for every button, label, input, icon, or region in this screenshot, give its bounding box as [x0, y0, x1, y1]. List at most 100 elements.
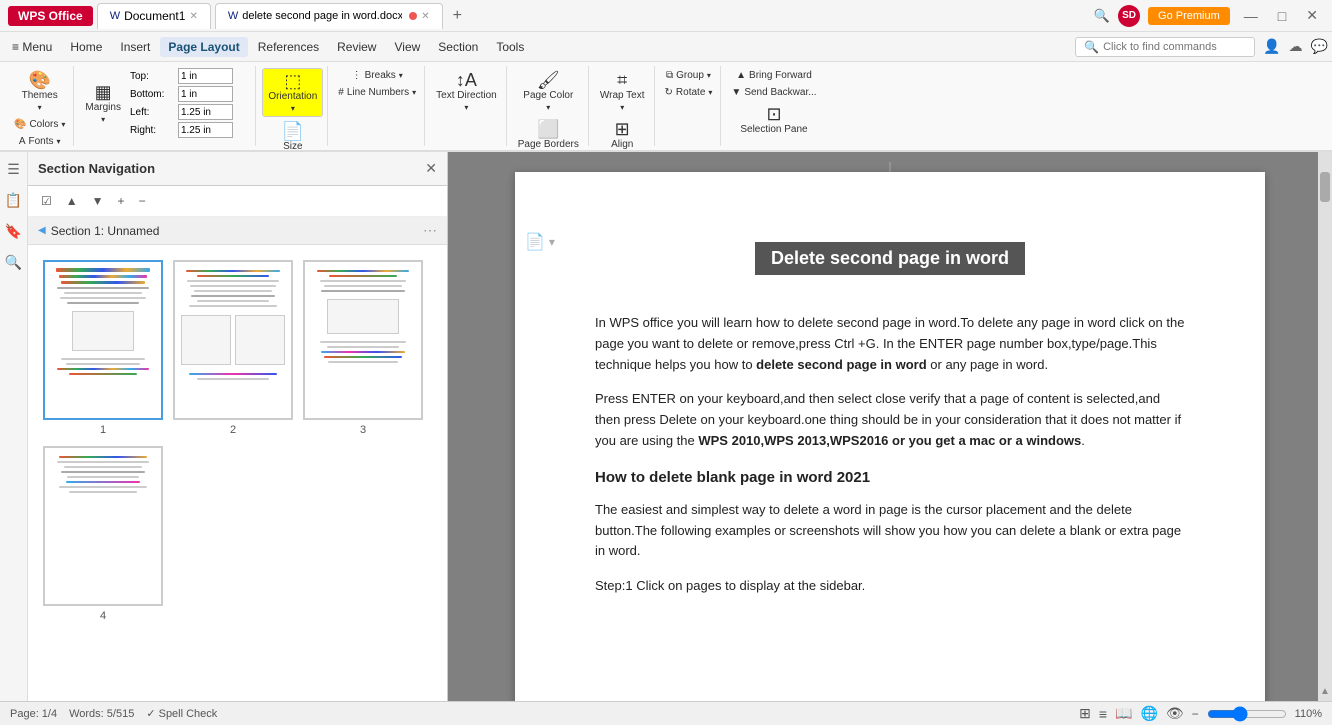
menu-hamburger[interactable]: ≡ Menu	[4, 37, 60, 57]
size-icon: 📄	[282, 122, 304, 140]
view-icon-3[interactable]: 📖	[1115, 705, 1132, 722]
page-borders-button[interactable]: ⬜ Page Borders	[513, 117, 584, 152]
recent-docs-button[interactable]: 📋	[1, 188, 26, 213]
fonts-button[interactable]: A Fonts ▾	[15, 134, 65, 149]
thumb-frame-4	[43, 446, 163, 606]
section-header[interactable]: ◀ Section 1: Unnamed ⋯	[28, 217, 447, 245]
send-backward-button[interactable]: ▼ Send Backwar...	[727, 85, 820, 100]
breaks-button[interactable]: ⋮ Breaks ▾	[348, 68, 407, 83]
orientation-button[interactable]: ⬚ Orientation ▾	[262, 68, 323, 117]
document-page[interactable]: 📄 ▾ Delete second page in word In WPS of…	[515, 172, 1265, 701]
zoom-slider[interactable]	[1207, 706, 1287, 722]
fonts-icon: A	[19, 136, 26, 147]
page-thumb-2[interactable]: 2	[173, 260, 293, 436]
panel-down-button[interactable]: ▼	[87, 191, 109, 211]
menu-page-layout[interactable]: Page Layout	[160, 37, 247, 57]
align-button[interactable]: ⊞ Align ▾	[604, 117, 640, 152]
wps-office-button[interactable]: WPS Office	[8, 6, 93, 26]
title-bar: WPS Office W Document1 ✕ W delete second…	[0, 0, 1332, 32]
zoom-out-button[interactable]: −	[1192, 707, 1199, 721]
premium-button[interactable]: Go Premium	[1148, 7, 1230, 25]
size-button[interactable]: 📄 Size ▾	[275, 119, 311, 152]
command-search-input[interactable]	[1103, 41, 1243, 53]
menu-tools[interactable]: Tools	[488, 37, 532, 57]
left-margin-input[interactable]	[178, 104, 233, 120]
top-margin-input[interactable]	[178, 68, 233, 84]
rotate-icon: ↻	[665, 87, 673, 98]
page-annotation-icon: 📄	[525, 232, 545, 252]
globe-icon[interactable]: 🌐	[1140, 705, 1157, 722]
doc-para3: The easiest and simplest way to delete a…	[595, 500, 1185, 562]
wrap-text-button[interactable]: ⌗ Wrap Text ▾	[595, 68, 650, 115]
panel-check-button[interactable]: ☑	[36, 191, 57, 211]
panel-up-button[interactable]: ▲	[61, 191, 83, 211]
tab2-close-icon[interactable]: ✕	[421, 11, 429, 22]
minimize-button[interactable]: —	[1238, 8, 1264, 24]
themes-button[interactable]: 🎨 Themes ▾	[17, 68, 63, 115]
zoom-level: 110%	[1295, 708, 1322, 720]
themes-icon: 🎨	[28, 71, 50, 89]
bring-forward-button[interactable]: ▲ Bring Forward	[732, 68, 816, 83]
page-setup-group: ⬚ Orientation ▾ 📄 Size ▾ ⫿ Columns ▾	[258, 66, 328, 146]
page-thumb-1[interactable]: 1	[43, 260, 163, 436]
spell-check[interactable]: ✓ Spell Check	[146, 707, 217, 720]
panel-close-button[interactable]: ✕	[425, 160, 437, 177]
tab1-close-icon[interactable]: ✕	[189, 11, 197, 22]
status-bar: Page: 1/4 Words: 5/515 ✓ Spell Check ⊞ ≡…	[0, 701, 1332, 725]
section-more-icon[interactable]: ⋯	[423, 222, 437, 239]
eye-icon[interactable]: 👁	[1166, 705, 1184, 722]
share-icon: 👤	[1263, 38, 1280, 55]
page-color-button[interactable]: 🖌 Page Color ▾	[518, 68, 578, 115]
bottom-margin-input[interactable]	[178, 86, 233, 102]
breaks-icon: ⋮	[352, 70, 362, 81]
menu-home[interactable]: Home	[62, 37, 110, 57]
vertical-scrollbar[interactable]: ▲	[1318, 152, 1332, 701]
colors-button[interactable]: 🎨 Colors ▾	[10, 117, 69, 132]
group-rotate-group: ⧉ Group ▾ ↻ Rotate ▾	[657, 66, 722, 146]
send-backward-icon: ▼	[731, 87, 741, 98]
themes-group: 🎨 Themes ▾ 🎨 Colors ▾ A Fonts ▾ ✦ Effect…	[6, 66, 74, 146]
line-numbers-icon: #	[338, 87, 344, 98]
new-tab-button[interactable]: +	[447, 7, 468, 25]
left-icons-strip: ☰ 📋 🔖 🔍	[0, 152, 28, 701]
word-count: Words: 5/515	[69, 708, 134, 720]
thumb-frame-2	[173, 260, 293, 420]
selection-pane-button[interactable]: ⊡ Selection Pane	[735, 102, 812, 139]
margins-button[interactable]: ▦ Margins ▾	[80, 68, 126, 138]
thumb-frame-1	[43, 260, 163, 420]
menu-review[interactable]: Review	[329, 37, 384, 57]
bookmark-button[interactable]: 🔖	[1, 219, 26, 244]
menu-insert[interactable]: Insert	[112, 37, 158, 57]
colors-icon: 🎨	[14, 119, 26, 130]
doc-para4: Step:1 Click on pages to display at the …	[595, 576, 1185, 597]
panel-remove-button[interactable]: −	[134, 191, 151, 211]
menu-references[interactable]: References	[250, 37, 327, 57]
text-direction-group: ↕A Text Direction ▾	[427, 66, 507, 146]
menu-section[interactable]: Section	[430, 37, 486, 57]
order-group: ▲ Bring Forward ▼ Send Backwar... ⊡ Sele…	[723, 66, 824, 146]
panel-add-button[interactable]: +	[113, 191, 130, 211]
margins-group: ▦ Margins ▾ Top: Bottom: Left: Rig	[76, 66, 256, 146]
group-button[interactable]: ⧉ Group ▾	[662, 68, 715, 83]
menu-view[interactable]: View	[386, 37, 428, 57]
panel-toolbar: ☑ ▲ ▼ + −	[28, 186, 447, 217]
document2-tab[interactable]: W delete second page in word.docx ✕	[215, 3, 443, 29]
view-icon-1[interactable]: ⊞	[1079, 705, 1091, 722]
arrange-group: ⌗ Wrap Text ▾ ⊞ Align ▾	[591, 66, 655, 146]
section-label: Section 1: Unnamed	[51, 224, 160, 238]
page-thumb-4[interactable]: 4	[43, 446, 163, 622]
search-sidebar-button[interactable]: 🔍	[1, 250, 26, 275]
close-button[interactable]: ✕	[1300, 7, 1324, 24]
document1-tab[interactable]: W Document1 ✕	[97, 3, 211, 29]
page-annotation-arrow: ▾	[549, 235, 555, 249]
align-icon: ⊞	[615, 120, 630, 138]
nav-toggle-button[interactable]: ☰	[3, 157, 24, 182]
maximize-button[interactable]: □	[1272, 8, 1292, 24]
view-icon-2[interactable]: ≡	[1099, 706, 1107, 722]
section-collapse-icon: ◀	[38, 225, 46, 236]
right-margin-input[interactable]	[178, 122, 233, 138]
line-numbers-button[interactable]: # Line Numbers ▾	[334, 85, 420, 100]
page-thumb-3[interactable]: 3	[303, 260, 423, 436]
rotate-button[interactable]: ↻ Rotate ▾	[661, 85, 717, 100]
text-direction-button[interactable]: ↕A Text Direction ▾	[431, 68, 502, 115]
